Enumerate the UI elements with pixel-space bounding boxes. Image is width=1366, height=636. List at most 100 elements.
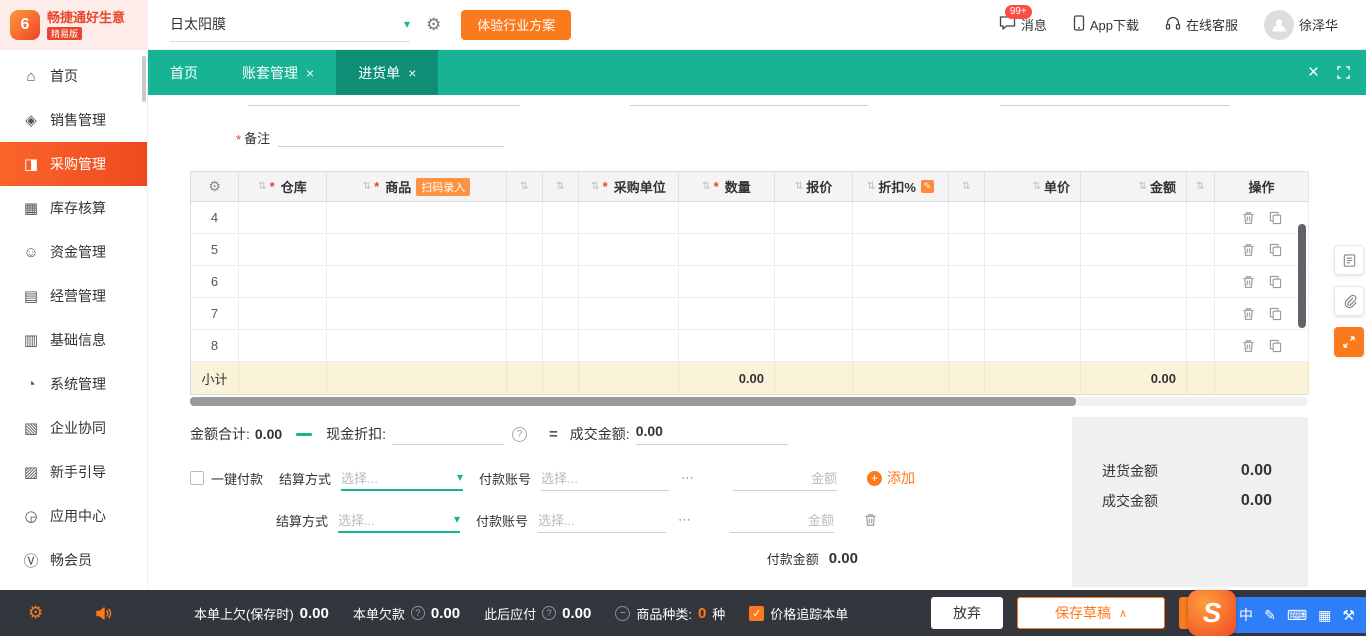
table-cell[interactable] [239,234,327,266]
table-cell[interactable] [543,330,579,362]
close-tab-icon[interactable]: × [306,65,314,81]
app-download-button[interactable]: App下载 [1073,15,1139,34]
ime-toolbox-icon[interactable]: ⚒ [1342,607,1355,624]
tab-purchase-order[interactable]: 进货单 × [336,50,439,95]
speaker-icon[interactable] [95,606,112,621]
copy-row-icon[interactable] [1269,211,1282,225]
fullscreen-icon[interactable] [1337,66,1350,79]
settle-method-select[interactable]: 选择... ▾ [341,465,464,491]
table-cell[interactable] [985,266,1081,298]
table-cell[interactable] [327,298,507,330]
table-cell[interactable] [1187,202,1215,234]
expand-tool-button[interactable] [1334,327,1364,357]
column-header-quantity[interactable]: ⇅ * 数量 [679,172,775,202]
table-cell[interactable] [853,266,949,298]
copy-row-icon[interactable] [1269,339,1282,353]
footer-gear-icon[interactable]: ⚙ [28,603,43,623]
table-cell[interactable] [679,330,775,362]
brand-logo[interactable]: 6 畅捷通好生意 精易版 [0,0,148,50]
table-cell[interactable] [507,266,543,298]
pay-account-select[interactable]: 选择... [538,507,667,533]
table-cell[interactable] [949,266,985,298]
table-cell[interactable] [679,298,775,330]
collapse-icon[interactable]: − [615,605,631,621]
column-header-unit-price[interactable]: ⇅ 单价 [985,172,1081,202]
close-icon[interactable]: × [1308,62,1319,84]
delete-row-icon[interactable] [1242,211,1255,225]
table-cell[interactable] [507,298,543,330]
column-header-amount[interactable]: ⇅ 金额 [1081,172,1187,202]
pay-amount-input[interactable]: 金额 [733,465,838,491]
delete-row-icon[interactable] [1242,275,1255,289]
help-icon[interactable]: ? [512,426,528,442]
edit-discount-icon[interactable]: ✎ [920,180,934,193]
table-cell[interactable] [239,330,327,362]
table-cell[interactable] [579,266,679,298]
notes-tool-button[interactable] [1334,245,1364,275]
table-cell[interactable] [239,298,327,330]
table-cell[interactable] [853,298,949,330]
column-header-quote[interactable]: ⇅ 报价 [775,172,853,202]
more-options-icon[interactable]: ⋯ [678,512,692,528]
copy-row-icon[interactable] [1269,243,1282,257]
table-cell[interactable] [507,202,543,234]
table-cell[interactable] [1081,298,1187,330]
remark-input[interactable] [278,125,505,147]
sidebar-item-sales[interactable]: ◈ 销售管理 [0,98,147,142]
ime-skin-icon[interactable]: ▦ [1318,607,1331,624]
table-cell[interactable] [949,202,985,234]
sidebar-item-basic-info[interactable]: ▥ 基础信息 [0,318,147,362]
column-header-blank[interactable]: ⇅ [949,172,985,202]
table-cell[interactable] [543,202,579,234]
sidebar-item-purchase[interactable]: ◨ 采购管理 [0,142,147,186]
delete-row-icon[interactable] [1242,243,1255,257]
column-header-discount[interactable]: ⇅ 折扣% ✎ [853,172,949,202]
discard-button[interactable]: 放弃 [931,597,1003,629]
table-cell[interactable] [985,202,1081,234]
sidebar-item-membership[interactable]: Ⓥ 畅会员 [0,538,147,582]
sidebar-item-operations[interactable]: ▤ 经营管理 [0,274,147,318]
close-tab-icon[interactable]: × [408,65,416,81]
table-cell[interactable] [507,330,543,362]
column-header-warehouse[interactable]: ⇅ * 仓库 [239,172,327,202]
column-header-product[interactable]: ⇅ * 商品 扫码录入 [327,172,507,202]
ime-input-mode-icon[interactable]: 中 [1239,605,1253,625]
vertical-scrollbar[interactable] [1298,224,1306,328]
table-cell[interactable] [1081,234,1187,266]
table-cell[interactable] [1187,330,1215,362]
table-cell[interactable] [543,266,579,298]
table-cell[interactable] [327,234,507,266]
pay-amount-input[interactable]: 金额 [730,507,835,533]
form-field-underline[interactable] [630,105,868,106]
help-icon[interactable]: ? [542,606,557,620]
cash-discount-input[interactable] [392,423,505,445]
table-cell[interactable] [949,298,985,330]
tab-account-mgmt[interactable]: 账套管理 × [220,50,336,95]
table-cell[interactable] [679,202,775,234]
column-header-blank[interactable]: ⇅ [1187,172,1215,202]
form-field-underline[interactable] [248,105,520,106]
ime-keyboard-icon[interactable]: ⌨ [1287,607,1307,624]
ime-handwriting-icon[interactable]: ✎ [1264,607,1276,624]
account-selector[interactable]: 日太阳膜 ▾ [170,8,410,42]
delete-payment-row-icon[interactable] [864,513,877,527]
more-options-icon[interactable]: ⋯ [681,470,695,486]
sidebar-item-system[interactable]: ◔ 系统管理 [0,362,147,406]
table-cell[interactable] [775,330,853,362]
copy-row-icon[interactable] [1269,275,1282,289]
table-cell[interactable] [853,330,949,362]
table-cell[interactable] [327,266,507,298]
messages-button[interactable]: 99+ 消息 [999,5,1047,34]
table-cell[interactable] [579,234,679,266]
scan-entry-button[interactable]: 扫码录入 [416,177,471,196]
user-menu[interactable]: 徐泽华 [1263,9,1338,40]
table-cell[interactable] [579,298,679,330]
settle-method-select[interactable]: 选择... ▾ [338,507,461,533]
attachment-tool-button[interactable] [1334,286,1364,316]
column-header-blank[interactable]: ⇅ [543,172,579,202]
table-cell[interactable] [507,234,543,266]
form-field-underline[interactable] [1000,105,1230,106]
column-settings-button[interactable]: ⚙ [191,172,239,202]
help-icon[interactable]: ? [410,606,425,620]
table-cell[interactable] [949,234,985,266]
